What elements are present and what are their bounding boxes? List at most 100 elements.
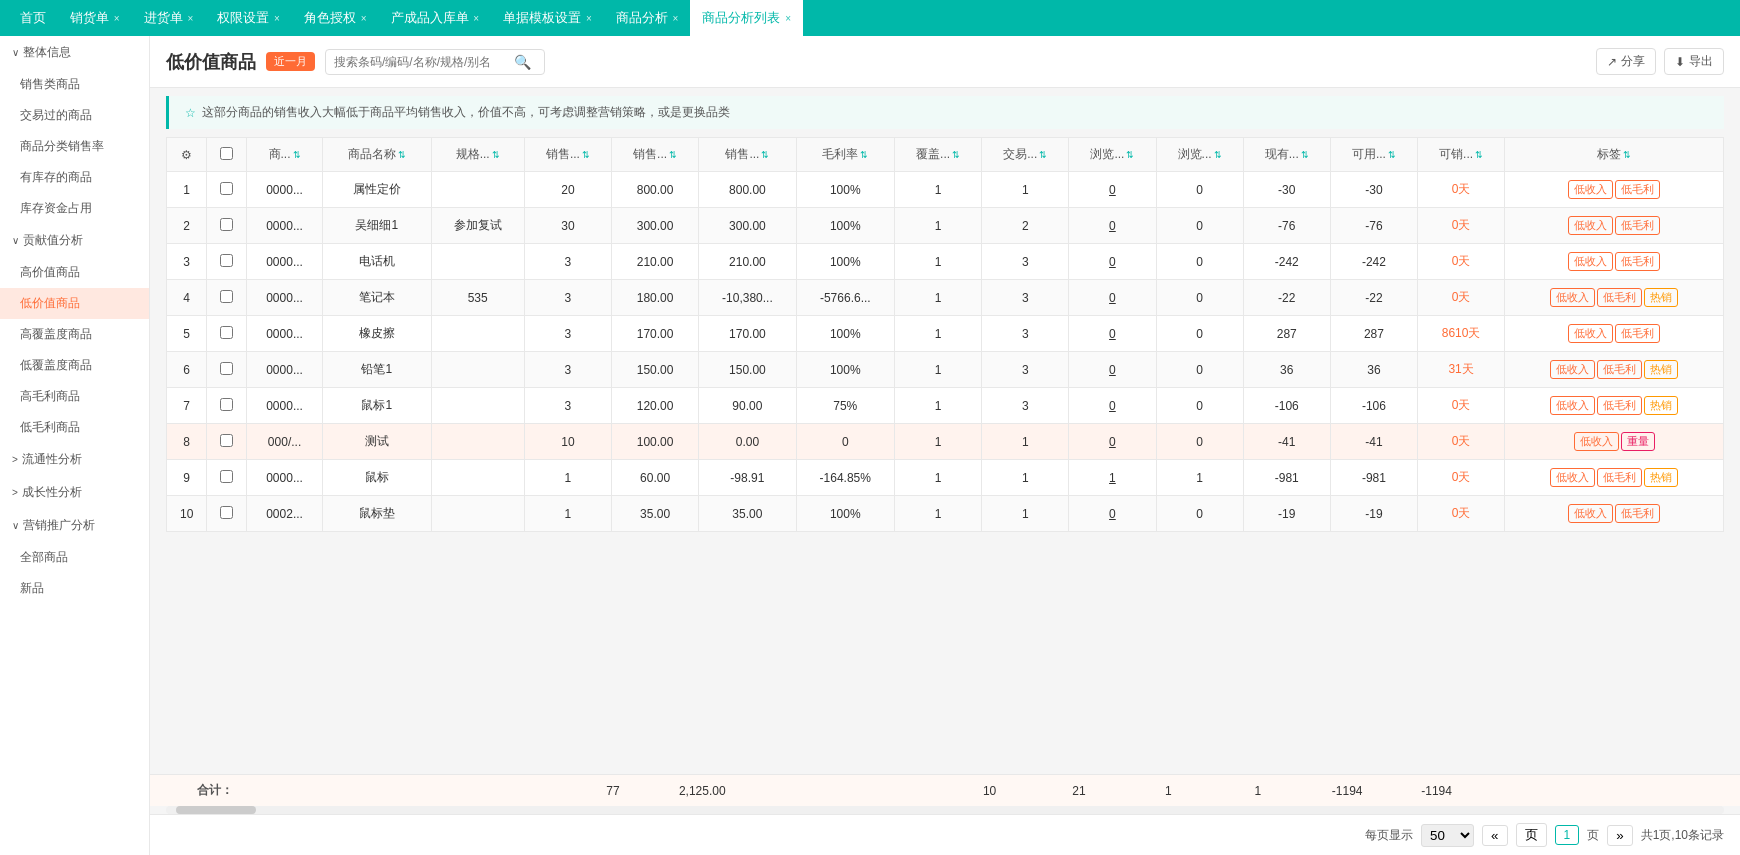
sort-icon-sales_amt[interactable]: ⇅ [669,150,677,160]
nav-close-icon[interactable]: × [185,13,194,24]
sort-icon-coverage[interactable]: ⇅ [952,150,960,160]
nav-close-icon[interactable]: × [271,13,280,24]
sidebar-item-库存资金占用[interactable]: 库存资金占用 [0,193,149,224]
sort-icon-tags[interactable]: ⇅ [1623,150,1631,160]
sidebar-item-低毛利商品[interactable]: 低毛利商品 [0,412,149,443]
nav-item-权限设置[interactable]: 权限设置 × [205,0,292,36]
sort-icon-browse1[interactable]: ⇅ [1126,150,1134,160]
col-header-sales_avg[interactable]: 销售...⇅ [699,138,796,172]
sort-icon-gross_rate[interactable]: ⇅ [860,150,868,160]
sidebar-group-成长性分析[interactable]: >成长性分析 [0,476,149,509]
sidebar-item-低覆盖度商品[interactable]: 低覆盖度商品 [0,350,149,381]
browse1-link[interactable]: 0 [1109,219,1116,233]
sort-icon-name[interactable]: ⇅ [398,150,406,160]
export-button[interactable]: ⬇ 导出 [1664,48,1724,75]
nav-item-商品分析[interactable]: 商品分析 × [604,0,691,36]
first-page-button[interactable]: 页 [1516,823,1547,847]
sidebar-group-流通性分析[interactable]: >流通性分析 [0,443,149,476]
sidebar-item-低价值商品[interactable]: 低价值商品 [0,288,149,319]
col-header-coverage[interactable]: 覆盖...⇅ [895,138,982,172]
nav-item-进货单[interactable]: 进货单 × [132,0,206,36]
col-header-code[interactable]: 商...⇅ [247,138,323,172]
sidebar-group-贡献值分析[interactable]: ∨贡献值分析 [0,224,149,257]
row-checkbox[interactable] [207,496,247,532]
row-checkbox[interactable] [207,208,247,244]
col-header-gross_rate[interactable]: 毛利率⇅ [796,138,894,172]
col-header-browse2[interactable]: 浏览...⇅ [1156,138,1243,172]
sidebar-item-交易过的商品[interactable]: 交易过的商品 [0,100,149,131]
sort-icon-code[interactable]: ⇅ [293,150,301,160]
sort-icon-sales_qty[interactable]: ⇅ [582,150,590,160]
browse1-link[interactable]: 0 [1109,435,1116,449]
per-page-select[interactable]: 50 100 [1421,824,1474,847]
browse1-link[interactable]: 0 [1109,399,1116,413]
col-header-trans[interactable]: 交易...⇅ [982,138,1069,172]
sidebar-item-商品分类销售率[interactable]: 商品分类销售率 [0,131,149,162]
nav-item-单据模板设置[interactable]: 单据模板设置 × [491,0,604,36]
col-header-browse1[interactable]: 浏览...⇅ [1069,138,1156,172]
settings-icon[interactable]: ⚙ [181,148,192,162]
table-container[interactable]: ⚙商...⇅商品名称⇅规格...⇅销售...⇅销售...⇅销售...⇅毛利率⇅覆… [150,137,1740,774]
sort-icon-spec[interactable]: ⇅ [492,150,500,160]
sidebar-item-销售类商品[interactable]: 销售类商品 [0,69,149,100]
share-button[interactable]: ↗ 分享 [1596,48,1656,75]
col-header-spec[interactable]: 规格...⇅ [431,138,524,172]
search-icon[interactable]: 🔍 [514,54,531,70]
row-checkbox[interactable] [207,280,247,316]
row-checkbox[interactable] [207,244,247,280]
search-input[interactable] [334,55,514,69]
sidebar-item-高价值商品[interactable]: 高价值商品 [0,257,149,288]
browse1-link[interactable]: 1 [1109,471,1116,485]
browse1-link[interactable]: 0 [1109,327,1116,341]
row-checkbox[interactable] [207,460,247,496]
row-checkbox[interactable] [207,172,247,208]
col-header-sales_qty[interactable]: 销售...⇅ [524,138,611,172]
browse1-link[interactable]: 0 [1109,363,1116,377]
time-badge[interactable]: 近一月 [266,52,315,71]
scroll-thumb[interactable] [176,806,256,814]
nav-close-icon[interactable]: × [583,13,592,24]
nav-close-icon[interactable]: × [111,13,120,24]
sidebar-item-高毛利商品[interactable]: 高毛利商品 [0,381,149,412]
next-page-button[interactable]: » [1607,825,1632,846]
col-header-sellable[interactable]: 可销...⇅ [1418,138,1505,172]
col-header-name[interactable]: 商品名称⇅ [323,138,432,172]
col-header-available[interactable]: 可用...⇅ [1330,138,1417,172]
nav-item-首页[interactable]: 首页 [8,0,58,36]
sidebar-item-新品[interactable]: 新品 [0,573,149,604]
col-header-tags[interactable]: 标签⇅ [1505,138,1724,172]
nav-item-角色授权[interactable]: 角色授权 × [292,0,379,36]
nav-close-icon[interactable]: × [782,13,791,24]
browse1-link[interactable]: 0 [1109,183,1116,197]
col-header-stock[interactable]: 现有...⇅ [1243,138,1330,172]
nav-close-icon[interactable]: × [670,13,679,24]
sidebar-item-有库存的商品[interactable]: 有库存的商品 [0,162,149,193]
sidebar-group-整体信息[interactable]: ∨整体信息 [0,36,149,69]
sort-icon-sellable[interactable]: ⇅ [1475,150,1483,160]
sort-icon-sales_avg[interactable]: ⇅ [761,150,769,160]
sort-icon-browse2[interactable]: ⇅ [1214,150,1222,160]
browse1-link[interactable]: 0 [1109,507,1116,521]
col-header-checkbox[interactable] [207,138,247,172]
row-checkbox[interactable] [207,388,247,424]
scroll-bar[interactable] [166,806,1724,814]
browse1-link[interactable]: 0 [1109,291,1116,305]
nav-close-icon[interactable]: × [471,13,480,24]
row-checkbox[interactable] [207,352,247,388]
sort-icon-available[interactable]: ⇅ [1388,150,1396,160]
sort-icon-stock[interactable]: ⇅ [1301,150,1309,160]
col-header-settings[interactable]: ⚙ [167,138,207,172]
select-all-checkbox[interactable] [220,147,233,160]
sidebar-group-营销推广分析[interactable]: ∨营销推广分析 [0,509,149,542]
sort-icon-trans[interactable]: ⇅ [1039,150,1047,160]
row-checkbox[interactable] [207,316,247,352]
nav-item-商品分析列表[interactable]: 商品分析列表 × [690,0,803,36]
browse1-link[interactable]: 0 [1109,255,1116,269]
prev-page-button[interactable]: « [1482,825,1507,846]
nav-item-销货单[interactable]: 销货单 × [58,0,132,36]
col-header-sales_amt[interactable]: 销售...⇅ [612,138,699,172]
sidebar-item-全部商品[interactable]: 全部商品 [0,542,149,573]
row-checkbox[interactable] [207,424,247,460]
nav-close-icon[interactable]: × [358,13,367,24]
sidebar-item-高覆盖度商品[interactable]: 高覆盖度商品 [0,319,149,350]
